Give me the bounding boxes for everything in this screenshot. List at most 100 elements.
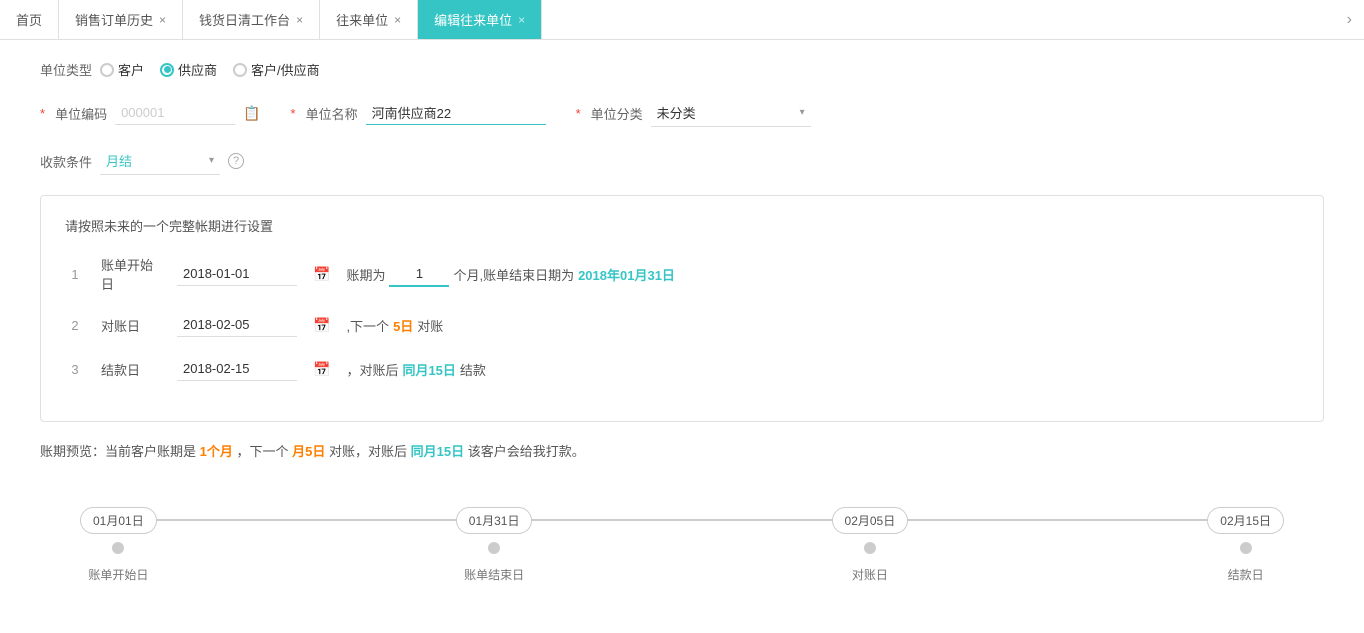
tab-edit-partner[interactable]: 编辑往来单位 ×	[418, 0, 542, 39]
payment-row: 收款条件 月结 ▾ ?	[40, 147, 1324, 175]
name-star: *	[291, 106, 296, 121]
timeline-node-0: 01月01日 账单开始日	[80, 507, 157, 583]
tab-cashflow-label: 钱货日清工作台	[199, 10, 290, 29]
payment-chevron-icon: ▾	[209, 155, 214, 166]
unit-type-group: 单位类型 客户 供应商 客户/供应商	[40, 60, 320, 79]
preview-mid1: ，下一个	[237, 444, 289, 459]
row-num-3: 3	[65, 362, 85, 377]
period-row-2: 2 对账日 📅 ,下一个 5日 对账	[65, 313, 1299, 337]
payment-cal-icon[interactable]: 📅	[313, 361, 330, 378]
name-group: * 单位名称	[291, 101, 546, 125]
tab-cashflow[interactable]: 钱货日清工作台 ×	[183, 0, 320, 39]
period-row-3: 3 结款日 📅 ，对账后 同月15日 结款	[65, 357, 1299, 381]
preview-orange1: 1个月	[200, 444, 233, 459]
tab-edit-partner-label: 编辑往来单位	[434, 10, 512, 29]
node-label-2: 对账日	[852, 566, 888, 583]
tab-cashflow-close[interactable]: ×	[296, 13, 303, 27]
period-row-1: 1 账单开始日 📅 账期为 个月,账单结束日期为 2018年01月31日	[65, 255, 1299, 293]
node-label-3: 结款日	[1228, 566, 1264, 583]
help-icon[interactable]: ?	[228, 153, 244, 169]
period-num-input[interactable]	[389, 262, 449, 287]
recon-cal-icon[interactable]: 📅	[313, 317, 330, 334]
row-desc-3: ，对账后 同月15日 结款	[346, 360, 486, 379]
tab-sales-history[interactable]: 销售订单历史 ×	[59, 0, 183, 39]
node-pill-0: 01月01日	[80, 507, 157, 534]
radio-supplier[interactable]: 供应商	[160, 60, 217, 79]
copy-icon[interactable]: 📋	[243, 105, 260, 122]
radio-both[interactable]: 客户/供应商	[233, 60, 320, 79]
radio-customer[interactable]: 客户	[100, 60, 144, 79]
tab-bar: 首页 销售订单历史 × 钱货日清工作台 × 往来单位 × 编辑往来单位 × ›	[0, 0, 1364, 40]
payment-select[interactable]: 月结 ▾	[100, 147, 220, 175]
period-prefix: 账期为	[346, 265, 385, 284]
radio-customer-label: 客户	[118, 60, 144, 79]
tab-home[interactable]: 首页	[0, 0, 59, 39]
timeline: 01月01日 账单开始日 01月31日 账单结束日 02月05日 对账日 02月…	[40, 487, 1324, 613]
tab-partners[interactable]: 往来单位 ×	[320, 0, 418, 39]
row-desc-1: 账期为 个月,账单结束日期为 2018年01月31日	[346, 262, 674, 287]
period-end-date: 2018年01月31日	[578, 265, 675, 284]
category-group: * 单位分类 未分类 ▾	[576, 99, 811, 127]
row-label-2: 对账日	[101, 316, 161, 335]
recon-prefix: ,下一个	[346, 316, 389, 335]
name-input[interactable]	[366, 101, 546, 125]
tab-sales-history-close[interactable]: ×	[159, 13, 166, 27]
name-label: 单位名称	[306, 104, 358, 123]
preview-teal1: 同月15日	[411, 444, 464, 459]
period-suffix: 个月,账单结束日期为	[453, 265, 574, 284]
radio-group: 客户 供应商 客户/供应商	[100, 60, 320, 79]
payment-value: 月结	[106, 151, 203, 170]
tab-sales-history-label: 销售订单历史	[75, 10, 153, 29]
tab-edit-partner-close[interactable]: ×	[518, 13, 525, 27]
tab-overflow-arrow[interactable]: ›	[1335, 11, 1364, 29]
node-dot-0	[112, 542, 124, 554]
tab-partners-close[interactable]: ×	[394, 13, 401, 27]
payment-highlight: 同月15日	[402, 360, 455, 379]
row-label-3: 结款日	[101, 360, 161, 379]
start-cal-icon[interactable]: 📅	[313, 266, 330, 283]
tab-home-label: 首页	[16, 10, 42, 29]
code-name-row: * 单位编码 📋 * 单位名称 * 单位分类 未分类 ▾	[40, 99, 1324, 127]
code-group: * 单位编码 📋	[40, 101, 261, 125]
payment-label: 收款条件	[40, 152, 92, 171]
main-content: 单位类型 客户 供应商 客户/供应商 * 单位编码	[0, 40, 1364, 633]
code-label: 单位编码	[55, 104, 107, 123]
preview-mid2: 对账，对账后	[329, 444, 407, 459]
row-num-2: 2	[65, 318, 85, 333]
code-star: *	[40, 106, 45, 121]
node-dot-2	[864, 542, 876, 554]
node-pill-3: 02月15日	[1207, 507, 1284, 534]
timeline-node-1: 01月31日 账单结束日	[456, 507, 533, 583]
timeline-node-3: 02月15日 结款日	[1207, 507, 1284, 583]
node-label-1: 账单结束日	[464, 566, 524, 583]
payment-prefix: ，对账后	[346, 360, 398, 379]
code-input[interactable]	[115, 101, 235, 125]
row-num-1: 1	[65, 267, 85, 282]
radio-supplier-label: 供应商	[178, 60, 217, 79]
radio-both-circle	[233, 63, 247, 77]
period-section: 请按照未来的一个完整帐期进行设置 1 账单开始日 📅 账期为 个月,账单结束日期…	[40, 195, 1324, 422]
unit-type-label: 单位类型	[40, 60, 92, 79]
node-pill-2: 02月05日	[832, 507, 909, 534]
start-date-input[interactable]	[177, 262, 297, 286]
cat-select[interactable]: 未分类 ▾	[651, 99, 811, 127]
cat-chevron-icon: ▾	[800, 107, 805, 118]
node-pill-1: 01月31日	[456, 507, 533, 534]
row-desc-2: ,下一个 5日 对账	[346, 316, 443, 335]
node-dot-3	[1240, 542, 1252, 554]
radio-both-label: 客户/供应商	[251, 60, 320, 79]
payment-date-input[interactable]	[177, 357, 297, 381]
payment-suffix: 结款	[460, 360, 486, 379]
tab-partners-label: 往来单位	[336, 10, 388, 29]
recon-highlight: 5日	[393, 316, 413, 335]
preview-text: 账期预览：当前客户账期是 1个月 ，下一个 月5日 对账，对账后 同月15日 该…	[40, 442, 1324, 463]
cat-star: *	[576, 106, 581, 121]
section-title: 请按照未来的一个完整帐期进行设置	[65, 216, 1299, 235]
recon-date-input[interactable]	[177, 313, 297, 337]
radio-customer-circle	[100, 63, 114, 77]
cat-label: 单位分类	[591, 104, 643, 123]
preview-suffix: 该客户会给我打款。	[468, 444, 585, 459]
recon-suffix: 对账	[417, 316, 443, 335]
node-label-0: 账单开始日	[88, 566, 148, 583]
row-label-1: 账单开始日	[101, 255, 161, 293]
